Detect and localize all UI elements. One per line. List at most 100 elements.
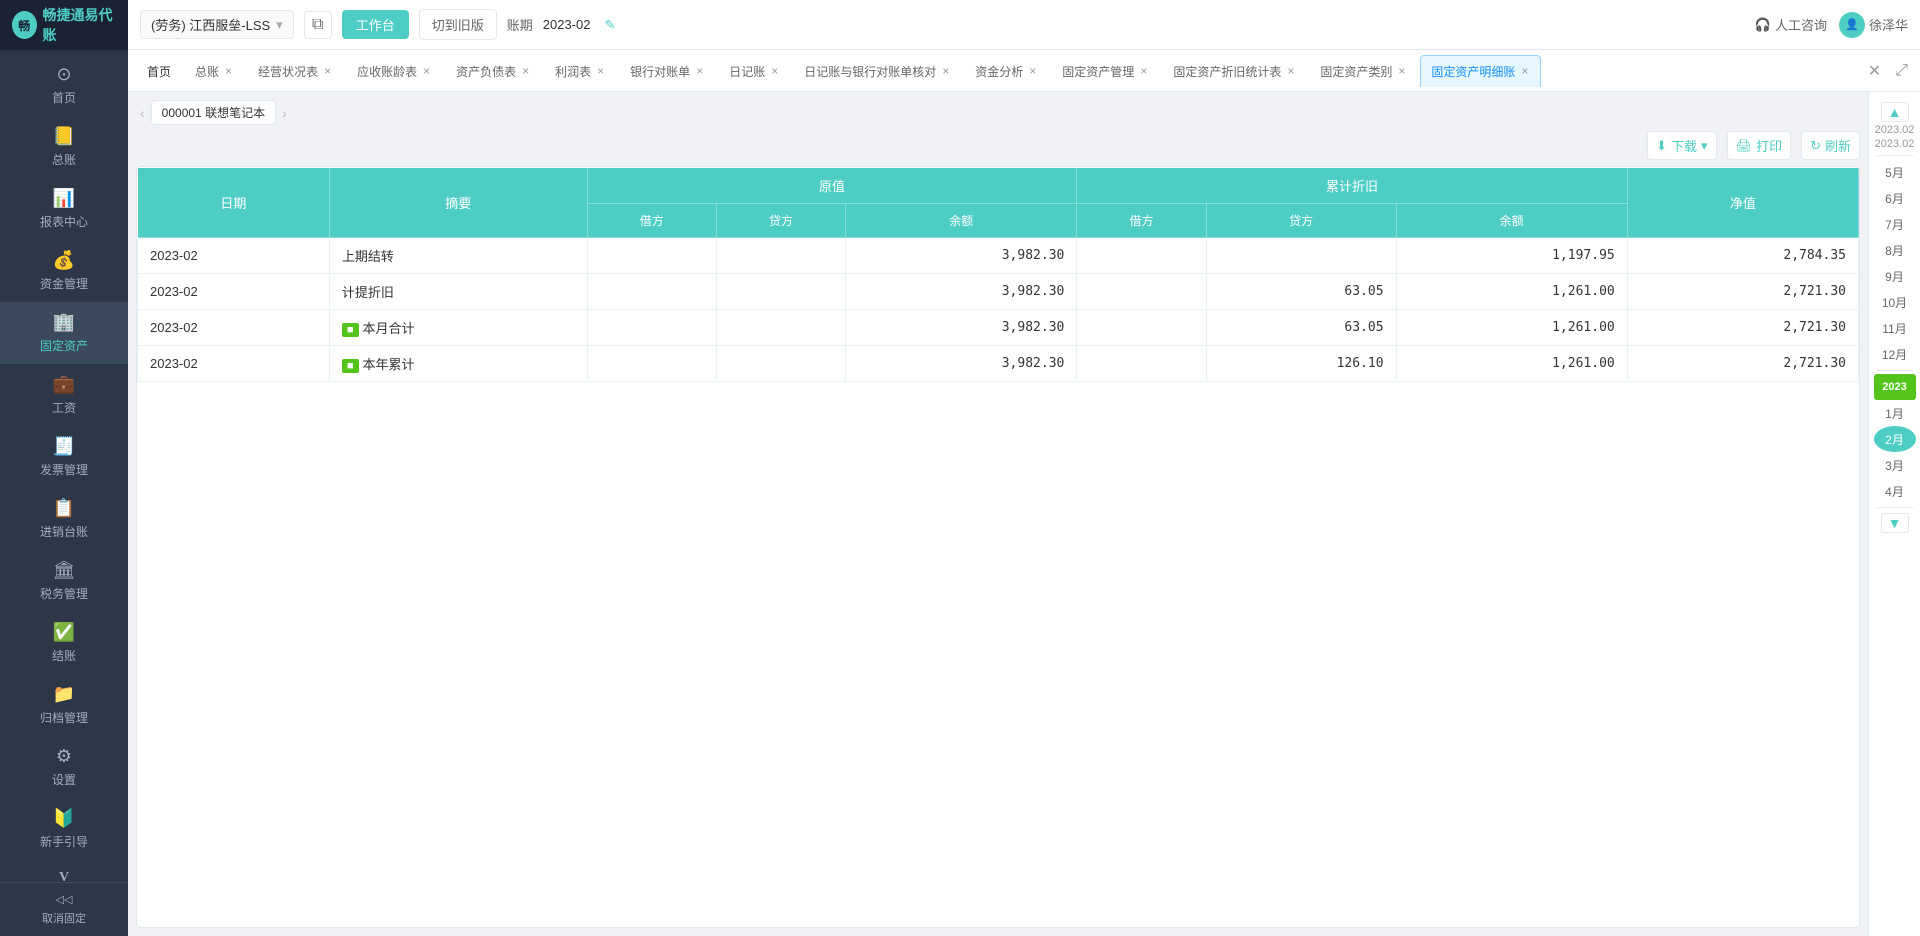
period-down-button[interactable]: ▼ <box>1881 513 1909 533</box>
tab-profit[interactable]: 利润表 × <box>544 55 617 87</box>
maximize-button[interactable]: ⤢ <box>1891 60 1912 82</box>
human-service-btn[interactable]: 🎧 人工咨询 <box>1755 15 1827 34</box>
period-month-1[interactable]: 1月 <box>1874 400 1916 426</box>
sidebar-item-invoice[interactable]: 🧾 发票管理 <box>0 426 128 488</box>
date-cell: 2023-02 <box>138 238 330 274</box>
period-month-2-active[interactable]: 2月 <box>1874 426 1916 452</box>
unpin-label: 取消固定 <box>42 910 86 926</box>
net-value-cell: 2,721.30 <box>1627 346 1858 382</box>
orig-balance-cell: 3,982.30 <box>846 274 1077 310</box>
sidebar-item-membership[interactable]: V 畅会员 <box>0 860 128 882</box>
tab-depreciation-stats[interactable]: 固定资产折旧统计表 × <box>1162 55 1307 87</box>
tab-asset-category[interactable]: 固定资产类别 × <box>1309 55 1418 87</box>
sidebar-item-general-ledger[interactable]: 📒 总账 <box>0 116 128 178</box>
user-profile[interactable]: 👤 徐泽华 <box>1839 12 1908 38</box>
tab-business-status[interactable]: 经营状况表 × <box>247 55 344 87</box>
sidebar-item-settlement[interactable]: ✅ 结账 <box>0 612 128 674</box>
period-edit-icon[interactable]: ✎ <box>604 17 615 33</box>
tab-balance-sheet[interactable]: 资产负债表 × <box>445 55 542 87</box>
tab-close-icon[interactable]: × <box>1396 63 1407 79</box>
tab-close-icon[interactable]: × <box>1519 63 1530 79</box>
breadcrumb-back[interactable]: ‹ <box>140 105 145 121</box>
orig-balance-cell: 3,982.30 <box>846 310 1077 346</box>
col-orig-balance: 余额 <box>846 204 1077 238</box>
tab-close-icon[interactable]: × <box>769 63 780 79</box>
oldver-button[interactable]: 切到旧版 <box>419 9 497 40</box>
tab-close-icon[interactable]: × <box>1138 63 1149 79</box>
breadcrumb-forward[interactable]: › <box>282 105 287 121</box>
period-month-9[interactable]: 9月 <box>1874 263 1916 289</box>
table-row: 2023-02 计提折旧 3,982.30 63.05 1,261.00 2,7… <box>138 274 1859 310</box>
refresh-label: 刷新 <box>1825 136 1851 155</box>
period-month-8[interactable]: 8月 <box>1874 237 1916 263</box>
sidebar-item-fixed-assets[interactable]: 🏢 固定资产 <box>0 302 128 364</box>
tab-close-icon[interactable]: × <box>694 63 705 79</box>
sidebar-item-label: 资金管理 <box>40 275 88 292</box>
tab-journal[interactable]: 日记账 × <box>718 55 791 87</box>
period-month-4[interactable]: 4月 <box>1874 478 1916 504</box>
col-date: 日期 <box>138 168 330 238</box>
download-button[interactable]: ⬇ 下载 ▾ <box>1647 131 1716 160</box>
close-tabs-button[interactable]: ✕ <box>1864 59 1885 83</box>
print-label: 打印 <box>1756 136 1782 155</box>
sidebar-item-settings[interactable]: ⚙ 设置 <box>0 736 128 798</box>
net-value-cell: 2,721.30 <box>1627 310 1858 346</box>
period-month-7[interactable]: 7月 <box>1874 211 1916 237</box>
sidebar-item-report-center[interactable]: 📊 报表中心 <box>0 178 128 240</box>
period-month-10[interactable]: 10月 <box>1874 289 1916 315</box>
refresh-button[interactable]: ↻ 刷新 <box>1801 131 1860 160</box>
orig-debit-cell <box>587 310 716 346</box>
dep-credit-cell <box>1206 238 1396 274</box>
col-dep-balance: 余额 <box>1396 204 1627 238</box>
sidebar-item-payroll[interactable]: 💼 工资 <box>0 364 128 426</box>
tab-general-ledger[interactable]: 总账 × <box>184 55 245 87</box>
sidebar-item-guide[interactable]: 🔰 新手引导 <box>0 798 128 860</box>
avatar: 👤 <box>1839 12 1865 38</box>
tab-close-icon[interactable]: × <box>223 63 234 79</box>
tab-asset-detail[interactable]: 固定资产明细账 × <box>1420 55 1541 87</box>
workbench-button[interactable]: 工作台 <box>342 10 409 39</box>
unpin-sidebar[interactable]: ◁◁ 取消固定 <box>0 882 128 936</box>
headset-icon: 🎧 <box>1755 17 1771 33</box>
sidebar-item-tax[interactable]: 🏛 税务管理 <box>0 550 128 612</box>
sidebar-item-archive[interactable]: 📁 归档管理 <box>0 674 128 736</box>
orig-credit-cell <box>716 238 845 274</box>
membership-icon: V <box>59 870 69 882</box>
dep-balance-cell: 1,197.95 <box>1396 238 1627 274</box>
period-month-5[interactable]: 5月 <box>1874 159 1916 185</box>
tab-home[interactable]: 首页 <box>136 55 182 87</box>
tab-close-icon[interactable]: × <box>322 63 333 79</box>
sidebar-item-label: 税务管理 <box>40 585 88 602</box>
summary-cell: ■本月合计 <box>329 310 587 346</box>
sidebar-item-sales-ledger[interactable]: 📋 进销台账 <box>0 488 128 550</box>
breadcrumb-item[interactable]: 000001 联想笔记本 <box>151 100 276 125</box>
print-button[interactable]: 🖨 打印 <box>1727 131 1792 160</box>
tabbar: 首页 总账 × 经营状况表 × 应收账龄表 × 资产负债表 × 利润表 × 银行… <box>128 50 1920 92</box>
topbar: (劳务) 江西服垒-LSS ▾ ⧉ 工作台 切到旧版 账期 2023-02 ✎ … <box>128 0 1920 50</box>
tab-label: 经营状况表 <box>258 63 318 80</box>
tab-close-icon[interactable]: × <box>421 63 432 79</box>
tab-close-icon[interactable]: × <box>940 63 951 79</box>
tab-close-icon[interactable]: × <box>1285 63 1296 79</box>
tab-close-icon[interactable]: × <box>1027 63 1038 79</box>
tab-close-icon[interactable]: × <box>520 63 531 79</box>
payroll-icon: 💼 <box>53 374 75 395</box>
sidebar-item-home[interactable]: ⊙ 首页 <box>0 54 128 116</box>
period-month-6[interactable]: 6月 <box>1874 185 1916 211</box>
tab-bank-reconcile[interactable]: 日记账与银行对账单核对 × <box>793 55 962 87</box>
period-month-3[interactable]: 3月 <box>1874 452 1916 478</box>
tab-asset-management[interactable]: 固定资产管理 × <box>1051 55 1160 87</box>
tab-label: 固定资产类别 <box>1320 63 1392 80</box>
tab-fund-analysis[interactable]: 资金分析 × <box>964 55 1049 87</box>
sidebar-item-fund-management[interactable]: 💰 资金管理 <box>0 240 128 302</box>
period-up-button[interactable]: ▲ <box>1881 102 1909 122</box>
tab-close-icon[interactable]: × <box>595 63 606 79</box>
tab-label: 资金分析 <box>975 63 1023 80</box>
copy-button[interactable]: ⧉ <box>304 11 332 39</box>
tab-receivables[interactable]: 应收账龄表 × <box>346 55 443 87</box>
period-month-12[interactable]: 12月 <box>1874 341 1916 367</box>
company-selector[interactable]: (劳务) 江西服垒-LSS ▾ <box>140 10 294 39</box>
tab-bank-voucher[interactable]: 银行对账单 × <box>619 55 716 87</box>
net-value-cell: 2,721.30 <box>1627 274 1858 310</box>
period-month-11[interactable]: 11月 <box>1874 315 1916 341</box>
